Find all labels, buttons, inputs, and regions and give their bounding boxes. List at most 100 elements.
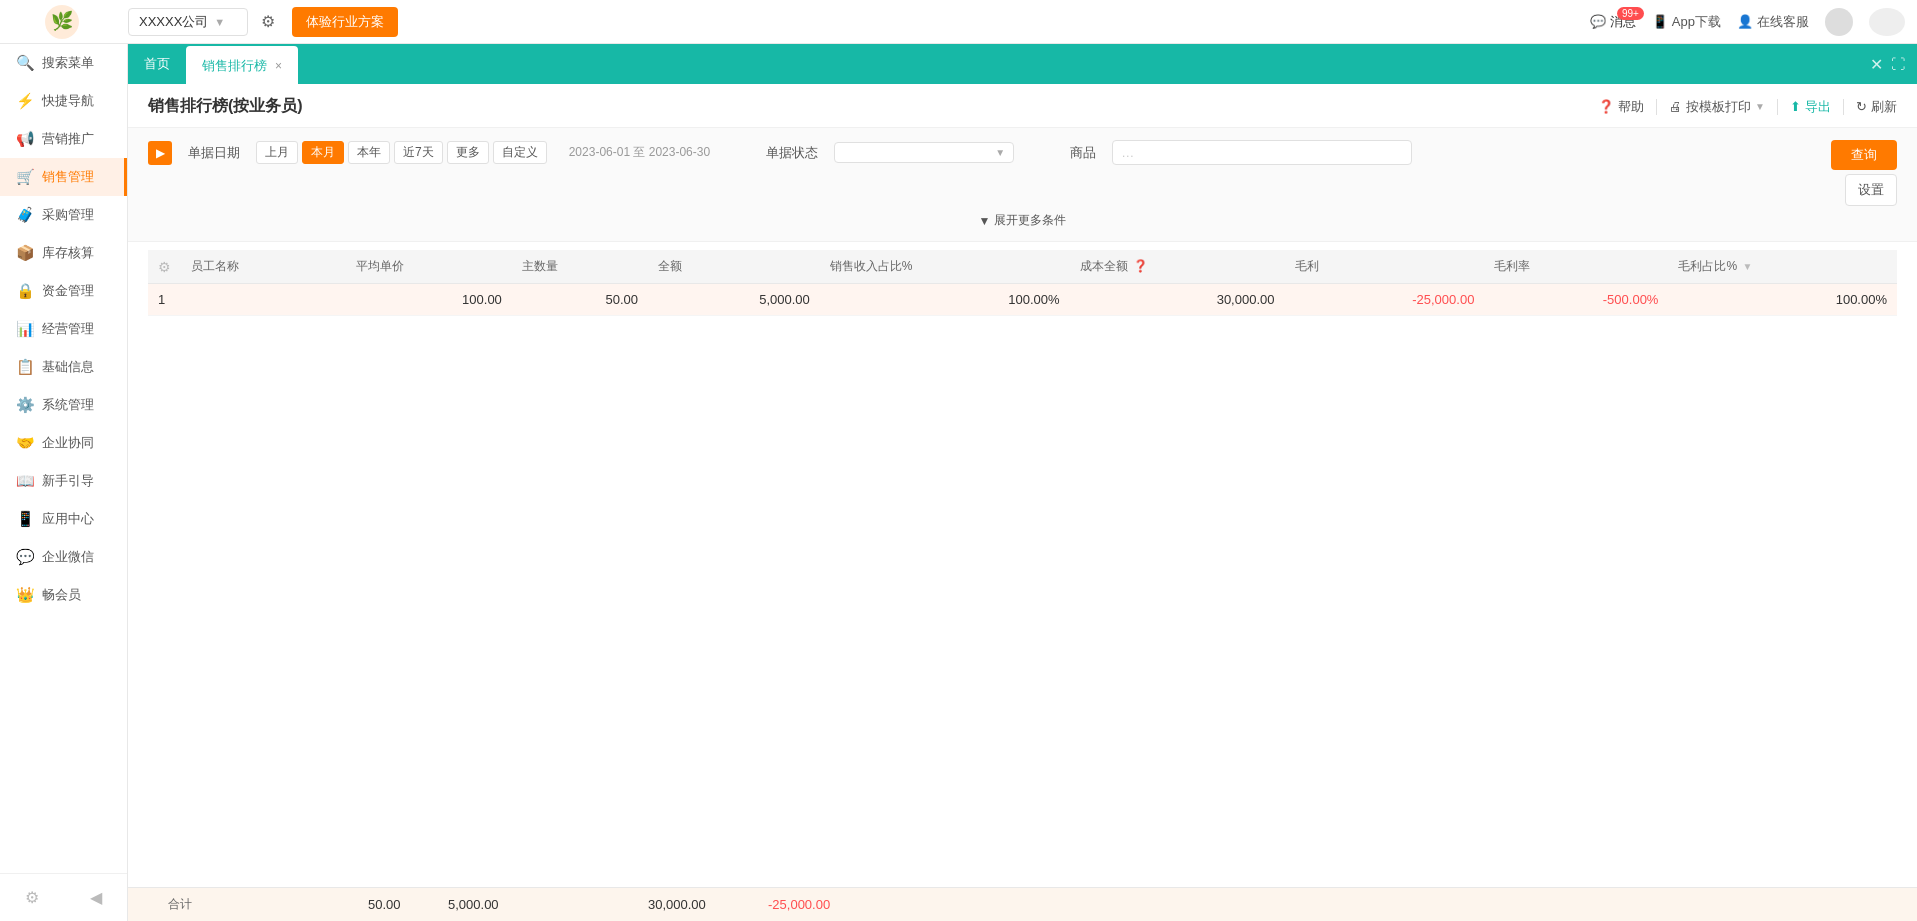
- sidebar-item-quick-nav[interactable]: ⚡ 快捷导航: [0, 82, 127, 120]
- sidebar-item-operation[interactable]: 📊 经营管理: [0, 310, 127, 348]
- column-settings-button[interactable]: 设置: [1845, 174, 1897, 206]
- table-header-row: ⚙ 员工名称 平均单价 主数量: [148, 250, 1897, 284]
- cell-sales-pct: 100.00%: [820, 284, 1070, 316]
- date-label: 单据日期: [188, 144, 240, 162]
- export-button[interactable]: ⬆ 导出: [1790, 98, 1831, 116]
- sidebar-item-wechat[interactable]: 💬 企业微信: [0, 538, 127, 576]
- sidebar-item-collab[interactable]: 🤝 企业协同: [0, 424, 127, 462]
- goods-input[interactable]: …: [1112, 140, 1412, 165]
- page-title: 销售排行榜(按业务员): [148, 96, 303, 117]
- app-logo-icon: 🌿: [44, 4, 80, 40]
- date-more-button[interactable]: 更多: [447, 141, 489, 164]
- column-settings-icon[interactable]: ⚙: [158, 259, 171, 275]
- help-icon: ❓: [1598, 99, 1614, 114]
- sidebar-nav: 🔍 搜索菜单 ⚡ 快捷导航 📢 营销推广 🛒 销售管理 🧳 采购管理: [0, 44, 127, 873]
- col-avg-price: 平均单价: [346, 250, 511, 284]
- cell-main-qty: 50.00: [512, 284, 648, 316]
- col-total: 全额: [648, 250, 820, 284]
- tab-close-all-button[interactable]: ✕: [1870, 55, 1883, 74]
- expand-filters-button[interactable]: ▼ 展开更多条件: [979, 212, 1067, 229]
- sidebar-settings-button[interactable]: ⚙: [17, 884, 47, 911]
- sidebar-label-guide: 新手引导: [42, 472, 94, 490]
- tab-restore-button[interactable]: ⛶: [1891, 56, 1905, 72]
- status-label: 单据状态: [766, 144, 818, 162]
- sidebar-item-search[interactable]: 🔍 搜索菜单: [0, 44, 127, 82]
- page-actions: ❓ 帮助 🖨 按模板打印 ▼ ⬆ 导出: [1598, 98, 1897, 116]
- sidebar-item-inventory[interactable]: 📦 库存核算: [0, 234, 127, 272]
- date-year-button[interactable]: 本年: [348, 141, 390, 164]
- filter-toggle-button[interactable]: ▶: [148, 141, 172, 165]
- message-icon: 💬: [1590, 14, 1606, 29]
- col-gross-rate: 毛利率: [1484, 250, 1668, 284]
- message-button[interactable]: 💬 消息 99+: [1590, 13, 1636, 31]
- help-button[interactable]: ❓ 帮助: [1598, 98, 1644, 116]
- online-service-button[interactable]: 👤 在线客服: [1737, 13, 1809, 31]
- finance-icon: 🔒: [16, 282, 34, 300]
- filter-toggle-icon: ▶: [156, 146, 165, 160]
- tab-home[interactable]: 首页: [128, 44, 186, 84]
- refresh-icon: ↻: [1856, 99, 1867, 114]
- status-select[interactable]: ▼: [834, 142, 1014, 163]
- user-avatar[interactable]: [1825, 8, 1853, 36]
- sidebar-label-inventory: 库存核算: [42, 244, 94, 262]
- cell-gross-pct: 100.00%: [1668, 284, 1897, 316]
- service-icon: 👤: [1737, 14, 1753, 29]
- guide-icon: 📖: [16, 472, 34, 490]
- page-content: 销售排行榜(按业务员) ❓ 帮助 🖨 按模板打印 ▼: [128, 84, 1917, 921]
- sidebar-item-finance[interactable]: 🔒 资金管理: [0, 272, 127, 310]
- sidebar-item-sales[interactable]: 🛒 销售管理: [0, 158, 127, 196]
- sort-icon[interactable]: ▼: [1742, 261, 1752, 272]
- divider3: [1843, 99, 1844, 115]
- settings-icon[interactable]: ⚙: [254, 8, 282, 36]
- user-name-area[interactable]: [1869, 8, 1905, 36]
- date-curr-month-button[interactable]: 本月: [302, 141, 344, 164]
- sidebar-label-purchase: 采购管理: [42, 206, 94, 224]
- data-table: ⚙ 员工名称 平均单价 主数量: [148, 250, 1897, 316]
- chevron-down-icon: ▼: [214, 16, 225, 28]
- sidebar-label-sales: 销售管理: [42, 168, 94, 186]
- page-header: 销售排行榜(按业务员) ❓ 帮助 🖨 按模板打印 ▼: [128, 84, 1917, 128]
- footer-label: 合计: [158, 896, 278, 913]
- sidebar-collapse-button[interactable]: ◀: [82, 884, 110, 911]
- sidebar-item-purchase[interactable]: 🧳 采购管理: [0, 196, 127, 234]
- message-badge: 99+: [1617, 7, 1644, 20]
- sidebar-label-operation: 经营管理: [42, 320, 94, 338]
- company-name: XXXXX公司: [139, 13, 208, 31]
- purchase-icon: 🧳: [16, 206, 34, 224]
- refresh-button[interactable]: ↻ 刷新: [1856, 98, 1897, 116]
- cost-help-icon[interactable]: ❓: [1133, 259, 1148, 273]
- date-prev-month-button[interactable]: 上月: [256, 141, 298, 164]
- basic-icon: 📋: [16, 358, 34, 376]
- col-employee: 员工名称: [181, 250, 346, 284]
- col-cost: 成本全额 ❓: [1070, 250, 1285, 284]
- tab-sales-ranking[interactable]: 销售排行榜 ×: [186, 46, 298, 86]
- sidebar-label-marketing: 营销推广: [42, 130, 94, 148]
- tab-home-label: 首页: [144, 55, 170, 73]
- wechat-icon: 💬: [16, 548, 34, 566]
- app-download-button[interactable]: 📱 App下载: [1652, 13, 1721, 31]
- table-row: 1 100.00 50.00: [148, 284, 1897, 316]
- date-custom-button[interactable]: 自定义: [493, 141, 547, 164]
- sidebar-item-marketing[interactable]: 📢 营销推广: [0, 120, 127, 158]
- status-chevron-icon: ▼: [995, 147, 1005, 158]
- system-icon: ⚙️: [16, 396, 34, 414]
- sidebar: 🔍 搜索菜单 ⚡ 快捷导航 📢 营销推广 🛒 销售管理 🧳 采购管理: [0, 44, 128, 921]
- tab-close-icon[interactable]: ×: [275, 59, 282, 73]
- trial-button[interactable]: 体验行业方案: [292, 7, 398, 37]
- sidebar-item-member[interactable]: 👑 畅会员: [0, 576, 127, 614]
- topbar-right: 💬 消息 99+ 📱 App下载 👤 在线客服: [1590, 8, 1905, 36]
- footer-gross: -25,000.00: [758, 897, 878, 912]
- cell-employee: [181, 284, 346, 316]
- query-button[interactable]: 查询: [1831, 140, 1897, 170]
- chevron-down-expand-icon: ▼: [979, 214, 991, 228]
- company-selector[interactable]: XXXXX公司 ▼: [128, 8, 248, 36]
- sidebar-item-guide[interactable]: 📖 新手引导: [0, 462, 127, 500]
- sidebar-item-basic[interactable]: 📋 基础信息: [0, 348, 127, 386]
- sidebar-item-system[interactable]: ⚙️ 系统管理: [0, 386, 127, 424]
- date-7days-button[interactable]: 近7天: [394, 141, 443, 164]
- sidebar-label-member: 畅会员: [42, 586, 81, 604]
- sidebar-label-collab: 企业协同: [42, 434, 94, 452]
- sidebar-item-appstore[interactable]: 📱 应用中心: [0, 500, 127, 538]
- date-buttons: 上月 本月 本年 近7天 更多 自定义: [256, 141, 547, 164]
- print-button[interactable]: 🖨 按模板打印 ▼: [1669, 98, 1765, 116]
